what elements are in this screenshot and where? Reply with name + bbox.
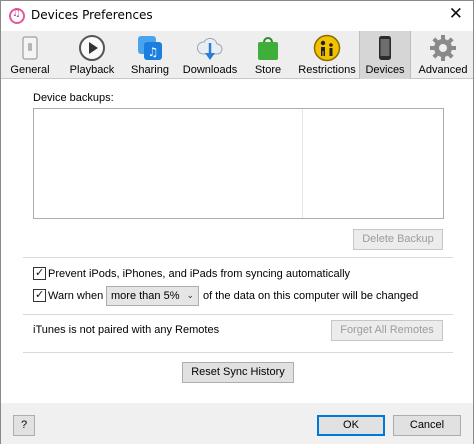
tab-downloads[interactable]: Downloads xyxy=(179,31,241,79)
devices-icon xyxy=(379,36,391,60)
tab-devices[interactable]: Devices xyxy=(359,31,411,79)
help-button[interactable]: ? xyxy=(13,415,35,436)
tab-general-label: General xyxy=(10,64,50,76)
warn-when-label: Warn when xyxy=(48,290,104,302)
separator xyxy=(23,257,453,258)
tab-devices-label: Devices xyxy=(365,64,405,76)
preferences-window: Devices Preferences ✕ General Playback ♫ xyxy=(0,0,474,444)
svg-text:♫: ♫ xyxy=(148,45,159,59)
title-bar: Devices Preferences ✕ xyxy=(1,1,473,31)
restrictions-icon xyxy=(313,34,341,62)
tab-store-label: Store xyxy=(254,64,282,76)
sharing-icon: ♫ xyxy=(138,36,162,60)
tab-playback[interactable]: Playback xyxy=(63,31,121,79)
list-column-divider xyxy=(302,109,303,218)
remotes-status: iTunes is not paired with any Remotes xyxy=(33,324,220,336)
tab-general[interactable]: General xyxy=(5,31,55,79)
separator xyxy=(23,352,453,353)
itunes-app-icon xyxy=(9,8,25,24)
window-title: Devices Preferences xyxy=(31,8,153,22)
playback-icon xyxy=(79,35,105,61)
separator xyxy=(23,314,453,315)
ok-button[interactable]: OK xyxy=(317,415,385,436)
dialog-footer: ? OK Cancel xyxy=(1,403,473,444)
tab-store[interactable]: Store xyxy=(249,31,287,79)
preferences-toolbar: General Playback ♫ Sharing Downloads Sto… xyxy=(1,31,473,79)
close-icon[interactable]: ✕ xyxy=(449,4,463,24)
delete-backup-button[interactable]: Delete Backup xyxy=(353,229,443,250)
cancel-button[interactable]: Cancel xyxy=(393,415,461,436)
warn-when-suffix: of the data on this computer will be cha… xyxy=(203,290,419,302)
tab-advanced-label: Advanced xyxy=(418,64,468,76)
chevron-down-icon: ⌄ xyxy=(186,291,194,301)
checkmark-icon: ✓ xyxy=(35,288,45,301)
tab-downloads-label: Downloads xyxy=(182,64,238,76)
prevent-sync-checkbox[interactable]: ✓ xyxy=(33,266,46,280)
reset-sync-history-button[interactable]: Reset Sync History xyxy=(182,362,294,383)
tab-playback-label: Playback xyxy=(69,64,115,76)
advanced-icon xyxy=(430,35,456,61)
tab-sharing-label: Sharing xyxy=(131,64,169,76)
tab-advanced[interactable]: Advanced xyxy=(415,31,471,79)
device-backups-label: Device backups: xyxy=(33,92,114,104)
store-icon xyxy=(258,37,278,60)
prevent-sync-label: Prevent iPods, iPhones, and iPads from s… xyxy=(48,268,351,280)
downloads-icon xyxy=(197,37,223,60)
tab-sharing[interactable]: ♫ Sharing xyxy=(127,31,173,79)
warn-threshold-value: more than 5% xyxy=(111,290,180,302)
tab-restrictions-label: Restrictions xyxy=(298,64,356,76)
checkmark-icon: ✓ xyxy=(35,266,45,279)
general-icon xyxy=(22,36,38,60)
warn-threshold-select[interactable]: more than 5% ⌄ xyxy=(106,286,199,306)
device-backups-list[interactable] xyxy=(33,108,444,219)
forget-all-remotes-button[interactable]: Forget All Remotes xyxy=(331,320,443,341)
warn-when-checkbox[interactable]: ✓ xyxy=(33,288,46,302)
tab-restrictions[interactable]: Restrictions xyxy=(297,31,357,79)
